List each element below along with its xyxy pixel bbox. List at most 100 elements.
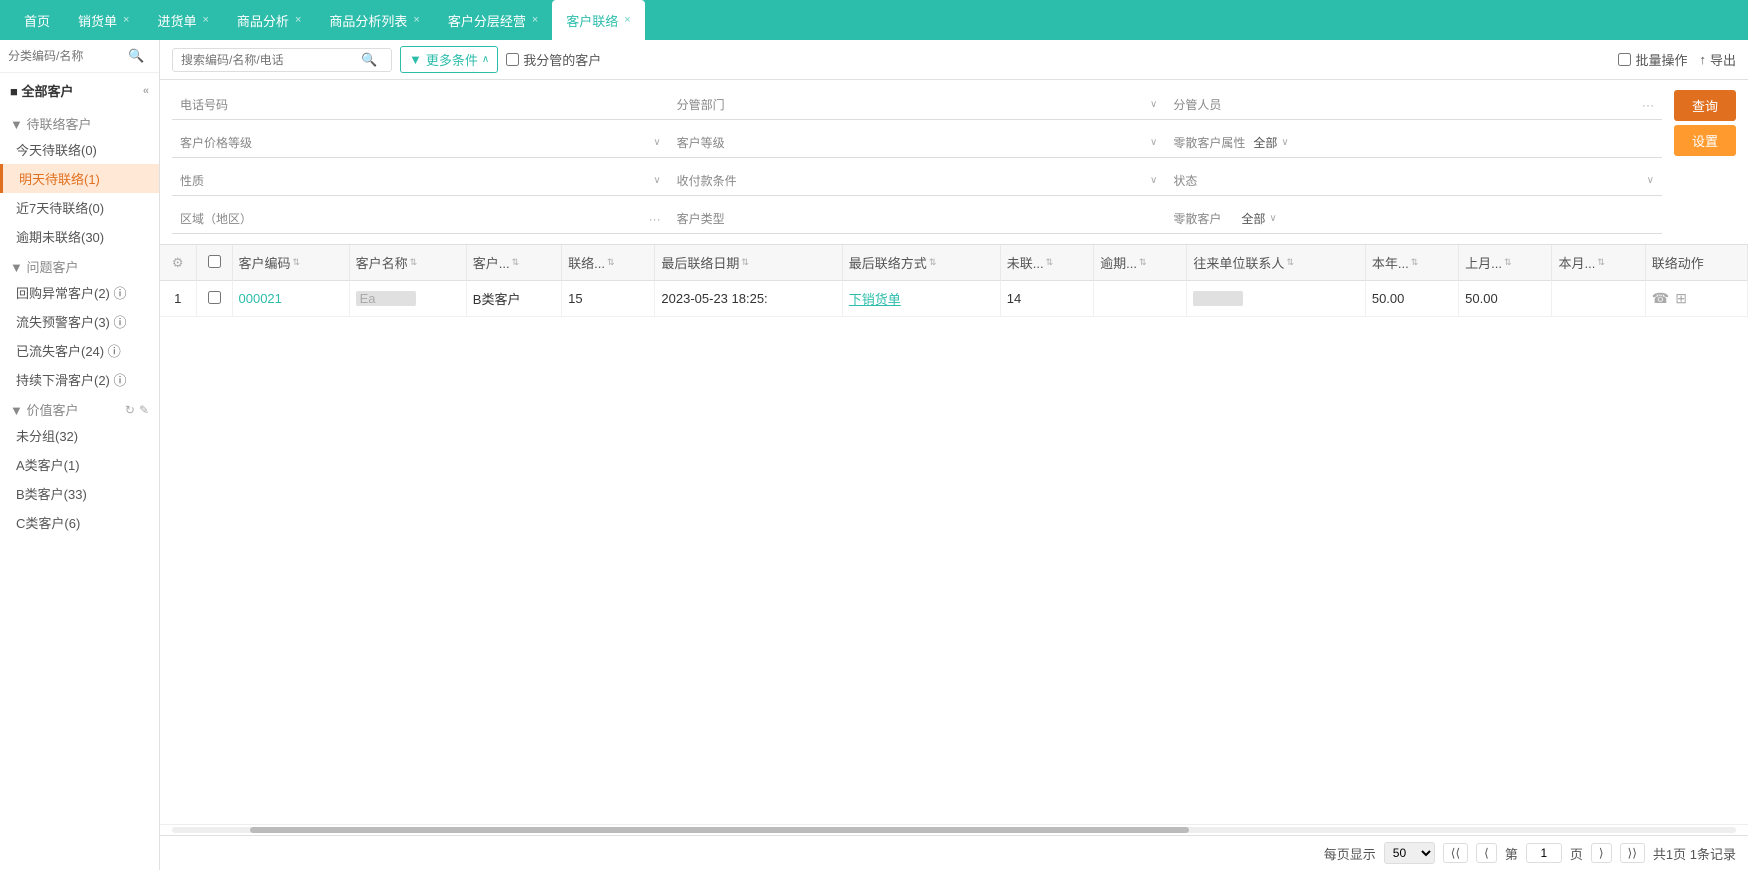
filter-row-1: 电话号码 分管部门 ∨ 分管人员 ··· — [172, 90, 1662, 120]
sidebar-item-ungrouped[interactable]: 未分组(32) — [0, 421, 159, 450]
nav-tab-customer-layer[interactable]: 客户分层经营 × — [434, 0, 552, 40]
sidebar-search-input[interactable] — [8, 49, 128, 63]
select-all-checkbox[interactable] — [208, 255, 221, 268]
region-dots-icon[interactable]: ··· — [649, 212, 661, 226]
nav-tab-product-analysis[interactable]: 商品分析 × — [223, 0, 315, 40]
cell-last-date: 2023-05-23 18:25: — [655, 281, 842, 317]
filter-cell-price-level: 客户价格等级 ∨ — [172, 128, 669, 158]
export-icon: ↑ — [1699, 52, 1706, 67]
prev-page-btn[interactable]: ⟨ — [1476, 843, 1497, 863]
cell-last-way[interactable]: 下销货单 — [842, 281, 1000, 317]
th-customer-name[interactable]: 客户名称⇅ — [349, 245, 466, 281]
data-table-wrap: ⚙ 客户编码⇅ 客户名称⇅ 客户...⇅ 联络...⇅ — [160, 245, 1748, 824]
table-footer: 每页显示 50 100 200 ⟨⟨ ⟨ 第 页 ⟩ ⟩⟩ 共1页 1条记录 — [160, 835, 1748, 870]
th-contact-person[interactable]: 往来单位联系人⇅ — [1187, 245, 1365, 281]
close-product-analysis-tab[interactable]: × — [295, 14, 301, 26]
th-this-year[interactable]: 本年...⇅ — [1365, 245, 1458, 281]
status-arrow-icon[interactable]: ∨ — [1647, 175, 1654, 186]
my-customers-checkbox[interactable] — [506, 53, 519, 66]
table-header-row: ⚙ 客户编码⇅ 客户名称⇅ 客户...⇅ 联络...⇅ — [160, 245, 1748, 281]
edit-value-icon[interactable]: ✎ — [139, 403, 149, 417]
more-filter-btn[interactable]: ▼ 更多条件 ∧ — [400, 46, 498, 73]
cell-contact-count: 15 — [562, 281, 655, 317]
close-customer-layer-tab[interactable]: × — [532, 14, 538, 26]
grid-action-icon[interactable]: ⊞ — [1675, 290, 1687, 307]
close-product-list-tab[interactable]: × — [413, 14, 419, 26]
cell-code[interactable]: 000021 — [232, 281, 349, 317]
sidebar-search-icon[interactable]: 🔍 — [128, 48, 144, 64]
query-button[interactable]: 查询 — [1674, 90, 1736, 121]
th-this-month[interactable]: 本月...⇅ — [1552, 245, 1645, 281]
batch-ops-btn[interactable]: 批量操作 — [1618, 50, 1687, 69]
close-sales-tab[interactable]: × — [123, 14, 129, 26]
th-customer-type[interactable]: 客户...⇅ — [466, 245, 561, 281]
nav-tab-customer-contact[interactable]: 客户联络 × — [552, 0, 644, 40]
customer-type-label: 客户类型 — [677, 210, 737, 227]
sidebar: 🔍 ■ 全部客户 « ▼ 待联络客户 今天待联络(0) 明天待联络(1) 近7天… — [0, 40, 160, 870]
retail-arrow-icon[interactable]: ∨ — [1269, 213, 1276, 224]
payment-arrow-icon[interactable]: ∨ — [1150, 175, 1157, 186]
first-page-btn[interactable]: ⟨⟨ — [1443, 843, 1468, 863]
nature-arrow-icon[interactable]: ∨ — [653, 175, 660, 186]
th-gear[interactable]: ⚙ — [160, 245, 196, 281]
batch-checkbox[interactable] — [1618, 53, 1631, 66]
th-checkbox[interactable] — [196, 245, 232, 281]
nav-home[interactable]: 首页 — [10, 11, 64, 30]
phone-action-icon[interactable]: ☎ — [1652, 290, 1669, 307]
group-pending-contact[interactable]: ▼ 待联络客户 — [0, 108, 159, 135]
filter-cell-nature: 性质 ∨ — [172, 166, 669, 196]
dept-label: 分管部门 — [677, 96, 737, 113]
all-customers-label[interactable]: ■ 全部客户 « — [0, 73, 159, 108]
sidebar-item-churned[interactable]: 已流失客户(24) ⓘ — [0, 336, 159, 365]
sidebar-item-tomorrow-contact[interactable]: 明天待联络(1) — [0, 164, 159, 193]
dept-arrow-icon[interactable]: ∨ — [1150, 99, 1157, 110]
sidebar-item-declining[interactable]: 持续下滑客户(2) ⓘ — [0, 365, 159, 394]
sidebar-item-repurchase-anomaly[interactable]: 回购异常客户(2) ⓘ — [0, 278, 159, 307]
th-contact-count[interactable]: 联络...⇅ — [562, 245, 655, 281]
search-input[interactable] — [181, 53, 361, 67]
settings-button[interactable]: 设置 — [1674, 125, 1736, 156]
sidebar-item-class-c[interactable]: C类客户(6) — [0, 508, 159, 537]
last-page-btn[interactable]: ⟩⟩ — [1620, 843, 1645, 863]
sort-name-icon: ⇅ — [410, 257, 418, 268]
sidebar-item-overdue-contact[interactable]: 逾期未联络(30) — [0, 222, 159, 251]
scrollbar-thumb[interactable] — [250, 827, 1188, 833]
th-customer-code[interactable]: 客户编码⇅ — [232, 245, 349, 281]
sidebar-item-7days-contact[interactable]: 近7天待联络(0) — [0, 193, 159, 222]
page-size-select[interactable]: 50 100 200 — [1384, 842, 1435, 864]
cell-name[interactable]: Ea — [349, 281, 466, 317]
my-customers-checkbox-label[interactable]: 我分管的客户 — [506, 50, 601, 69]
filter-cell-customer-level: 客户等级 ∨ — [669, 128, 1166, 158]
th-overdue[interactable]: 逾期...⇅ — [1094, 245, 1187, 281]
th-last-contact-way[interactable]: 最后联络方式⇅ — [842, 245, 1000, 281]
sidebar-item-churn-warning[interactable]: 流失预警客户(3) ⓘ — [0, 307, 159, 336]
th-not-contacted[interactable]: 未联...⇅ — [1000, 245, 1093, 281]
customer-level-arrow-icon[interactable]: ∨ — [1150, 137, 1157, 148]
person-dots-icon[interactable]: ··· — [1642, 98, 1654, 112]
cell-this-year: 50.00 — [1365, 281, 1458, 317]
nav-tab-purchase[interactable]: 进货单 × — [143, 0, 222, 40]
refresh-value-icon[interactable]: ↻ — [125, 403, 135, 417]
group-problem-customers[interactable]: ▼ 问题客户 — [0, 251, 159, 278]
sidebar-item-class-a[interactable]: A类客户(1) — [0, 450, 159, 479]
search-submit-icon[interactable]: 🔍 — [361, 52, 377, 68]
page-input[interactable] — [1526, 843, 1562, 863]
row-checkbox[interactable] — [208, 291, 221, 304]
close-customer-contact-tab[interactable]: × — [624, 14, 630, 26]
th-last-month[interactable]: 上月...⇅ — [1459, 245, 1552, 281]
filter-cell-region: 区域（地区） ··· — [172, 204, 669, 234]
gear-icon[interactable]: ⚙ — [172, 255, 184, 271]
th-last-contact-date[interactable]: 最后联络日期⇅ — [655, 245, 842, 281]
export-btn[interactable]: ↑ 导出 — [1699, 50, 1736, 69]
next-page-btn[interactable]: ⟩ — [1591, 843, 1612, 863]
sidebar-item-today-contact[interactable]: 今天待联络(0) — [0, 135, 159, 164]
retail-attr-arrow-icon[interactable]: ∨ — [1281, 137, 1288, 148]
sidebar-item-class-b[interactable]: B类客户(33) — [0, 479, 159, 508]
group-value-customers[interactable]: ▼ 价值客户 ↻ ✎ — [0, 394, 159, 421]
close-purchase-tab[interactable]: × — [202, 14, 208, 26]
nav-tab-sales[interactable]: 销货单 × — [64, 0, 143, 40]
price-level-label: 客户价格等级 — [180, 134, 252, 151]
collapse-icon[interactable]: « — [143, 85, 149, 97]
price-level-arrow-icon[interactable]: ∨ — [653, 137, 660, 148]
nav-tab-product-analysis-list[interactable]: 商品分析列表 × — [315, 0, 433, 40]
